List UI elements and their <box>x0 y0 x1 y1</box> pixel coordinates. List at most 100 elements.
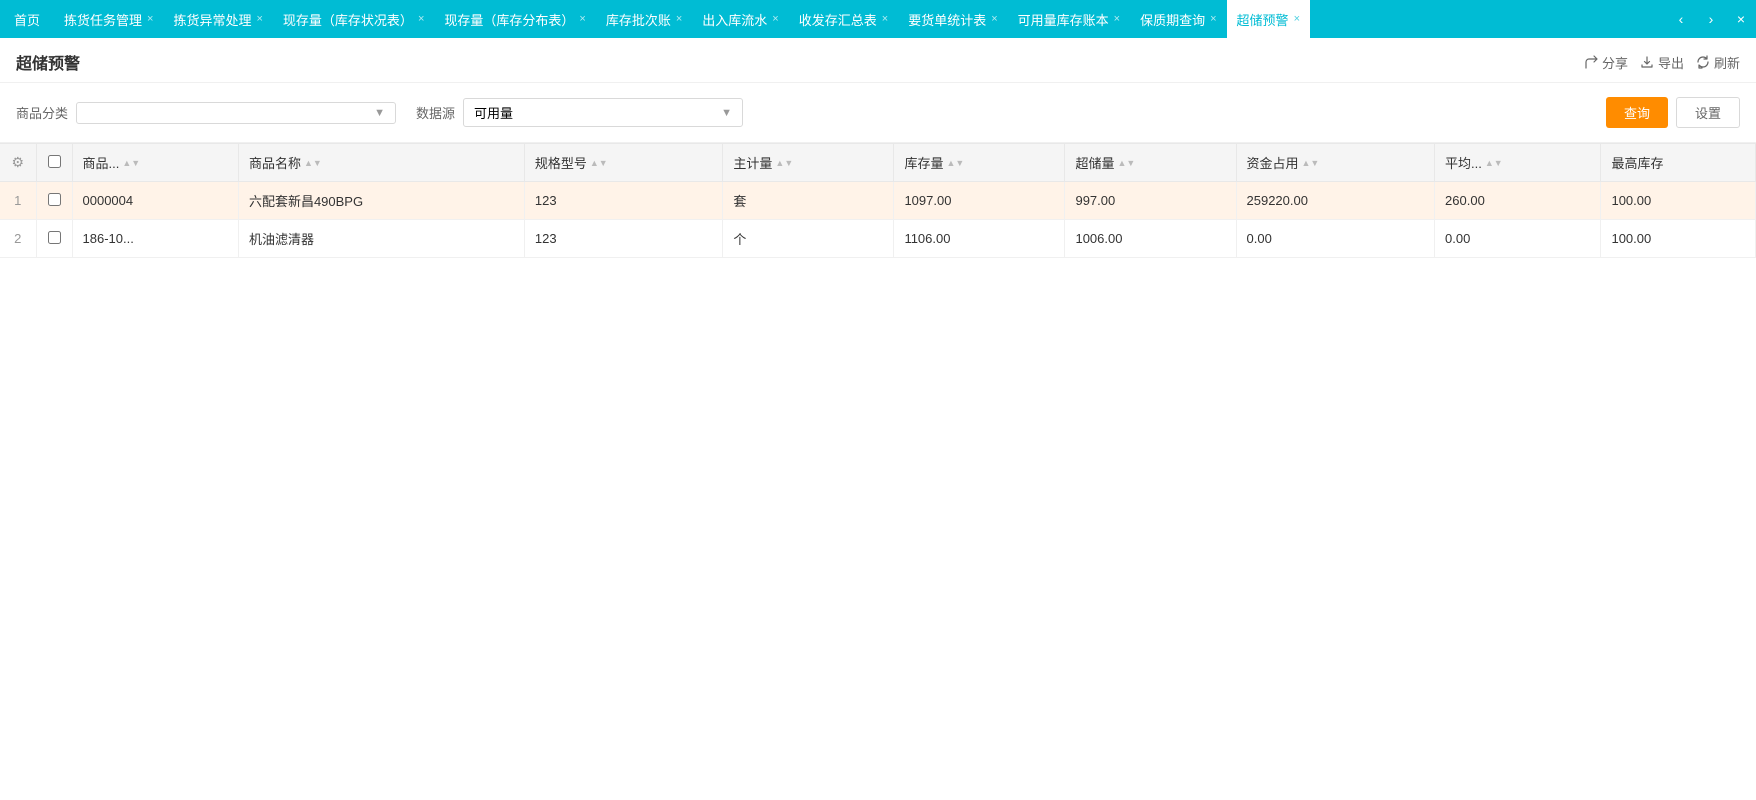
datasource-select[interactable]: 可用量 ▼ <box>463 98 743 127</box>
nav-item-label: 要货单统计表 <box>908 10 986 29</box>
nav-item-7[interactable]: 收发存汇总表 × <box>789 0 898 38</box>
nav-item-4[interactable]: 现存量（库存分布表） × <box>434 0 595 38</box>
query-button[interactable]: 查询 <box>1606 97 1668 128</box>
category-label: 商品分类 <box>16 103 68 122</box>
table-body: 1 0000004 六配套新昌490BPG 123 套 1097.00 997.… <box>0 182 1756 258</box>
row-overstock: 1006.00 <box>1065 220 1236 258</box>
row-unit: 套 <box>723 182 894 220</box>
nav-item-close[interactable]: × <box>991 13 997 25</box>
nav-item-5[interactable]: 库存批次账 × <box>596 0 692 38</box>
sort-icon[interactable]: ▲▼ <box>1117 158 1135 168</box>
row-capital: 259220.00 <box>1236 182 1435 220</box>
nav-arrow-left[interactable]: ‹ <box>1666 0 1696 38</box>
nav-item-label: 拣货异常处理 <box>173 10 251 29</box>
nav-item-close[interactable]: × <box>1294 13 1300 25</box>
nav-item-close[interactable]: × <box>147 13 153 25</box>
row-checkbox-cell <box>36 220 72 258</box>
settings-gear-icon[interactable]: ⚙ <box>11 154 24 170</box>
nav-arrow-close[interactable]: × <box>1726 0 1756 38</box>
nav-item-close[interactable]: × <box>579 13 585 25</box>
nav-item-1[interactable]: 拣货任务管理 × <box>54 0 163 38</box>
col-capital-header: 资金占用 ▲▼ <box>1236 144 1435 182</box>
share-button[interactable]: 分享 <box>1584 53 1628 72</box>
nav-item-label: 出入库流水 <box>702 10 767 29</box>
nav-item-label: 拣货任务管理 <box>64 10 142 29</box>
nav-item-close[interactable]: × <box>1114 13 1120 25</box>
sort-icon[interactable]: ▲▼ <box>1302 158 1320 168</box>
page-header: 超储预警 分享 导出 刷新 <box>0 38 1756 83</box>
nav-item-6[interactable]: 出入库流水 × <box>692 0 788 38</box>
sort-icon[interactable]: ▲▼ <box>304 158 322 168</box>
sort-icon[interactable]: ▲▼ <box>775 158 793 168</box>
page-container: 超储预警 分享 导出 刷新 商品 <box>0 38 1756 800</box>
row-overstock: 997.00 <box>1065 182 1236 220</box>
nav-item-close[interactable]: × <box>418 13 424 25</box>
sort-icon[interactable]: ▲▼ <box>1485 158 1503 168</box>
row-stock: 1097.00 <box>894 182 1065 220</box>
nav-item-3[interactable]: 现存量（库存状况表） × <box>273 0 434 38</box>
sort-icon[interactable]: ▲▼ <box>946 158 964 168</box>
nav-item-label: 保质期查询 <box>1140 10 1205 29</box>
page-actions: 分享 导出 刷新 <box>1584 53 1740 72</box>
nav-arrows: ‹ › × <box>1666 0 1756 38</box>
col-max-stock-header: 最高库存 <box>1601 144 1756 182</box>
nav-item-close[interactable]: × <box>676 13 682 25</box>
row-checkbox[interactable] <box>48 231 61 244</box>
nav-item-close[interactable]: × <box>1210 13 1216 25</box>
table-container: ⚙ 商品... ▲▼ 商品名称 ▲▼ <box>0 143 1756 258</box>
page-title: 超储预警 <box>16 50 80 74</box>
row-max-stock: 100.00 <box>1601 220 1756 258</box>
nav-item-label: 现存量（库存状况表） <box>283 10 413 29</box>
sort-icon[interactable]: ▲▼ <box>122 158 140 168</box>
col-stock-header: 库存量 ▲▼ <box>894 144 1065 182</box>
col-checkbox-header <box>36 144 72 182</box>
refresh-icon <box>1696 55 1710 69</box>
filter-buttons: 查询 设置 <box>1606 97 1740 128</box>
row-spec: 123 <box>524 220 723 258</box>
category-select[interactable]: ▼ <box>76 102 396 124</box>
nav-item-close[interactable]: × <box>772 13 778 25</box>
row-product-code: 186-10... <box>72 220 238 258</box>
row-checkbox[interactable] <box>48 193 61 206</box>
row-checkbox-cell <box>36 182 72 220</box>
nav-home[interactable]: 首页 <box>0 0 54 38</box>
refresh-button[interactable]: 刷新 <box>1696 53 1740 72</box>
filter-row: 商品分类 ▼ 数据源 可用量 ▼ 查询 设置 <box>0 83 1756 143</box>
export-button[interactable]: 导出 <box>1640 53 1684 72</box>
sort-icon[interactable]: ▲▼ <box>590 158 608 168</box>
nav-item-label: 可用量库存账本 <box>1018 10 1109 29</box>
col-spec-header: 规格型号 ▲▼ <box>524 144 723 182</box>
data-table: ⚙ 商品... ▲▼ 商品名称 ▲▼ <box>0 143 1756 258</box>
nav-item-11[interactable]: 超储预警 × <box>1227 0 1310 38</box>
nav-item-10[interactable]: 保质期查询 × <box>1130 0 1226 38</box>
export-icon <box>1640 55 1654 69</box>
row-stock: 1106.00 <box>894 220 1065 258</box>
select-all-checkbox[interactable] <box>48 155 61 168</box>
nav-item-label: 收发存汇总表 <box>799 10 877 29</box>
row-max-stock: 100.00 <box>1601 182 1756 220</box>
row-capital: 0.00 <box>1236 220 1435 258</box>
nav-item-9[interactable]: 可用量库存账本 × <box>1008 0 1130 38</box>
datasource-label: 数据源 <box>416 103 455 122</box>
chevron-down-icon: ▼ <box>374 107 385 119</box>
row-avg: 260.00 <box>1435 182 1601 220</box>
nav-item-close[interactable]: × <box>256 13 262 25</box>
nav-item-2[interactable]: 拣货异常处理 × <box>163 0 272 38</box>
chevron-down-icon-2: ▼ <box>721 107 732 119</box>
col-product-name-header: 商品名称 ▲▼ <box>238 144 524 182</box>
nav-arrow-right[interactable]: › <box>1696 0 1726 38</box>
table-row: 2 186-10... 机油滤清器 123 个 1106.00 1006.00 … <box>0 220 1756 258</box>
row-num: 1 <box>0 182 36 220</box>
table-header-row: ⚙ 商品... ▲▼ 商品名称 ▲▼ <box>0 144 1756 182</box>
row-product-name: 六配套新昌490BPG <box>238 182 524 220</box>
row-product-code: 0000004 <box>72 182 238 220</box>
row-spec: 123 <box>524 182 723 220</box>
col-avg-header: 平均... ▲▼ <box>1435 144 1601 182</box>
nav-item-label: 库存批次账 <box>606 10 671 29</box>
row-product-name: 机油滤清器 <box>238 220 524 258</box>
nav-item-close[interactable]: × <box>882 13 888 25</box>
nav-item-8[interactable]: 要货单统计表 × <box>898 0 1007 38</box>
row-avg: 0.00 <box>1435 220 1601 258</box>
datasource-select-value: 可用量 <box>474 103 513 122</box>
settings-button[interactable]: 设置 <box>1676 97 1740 128</box>
